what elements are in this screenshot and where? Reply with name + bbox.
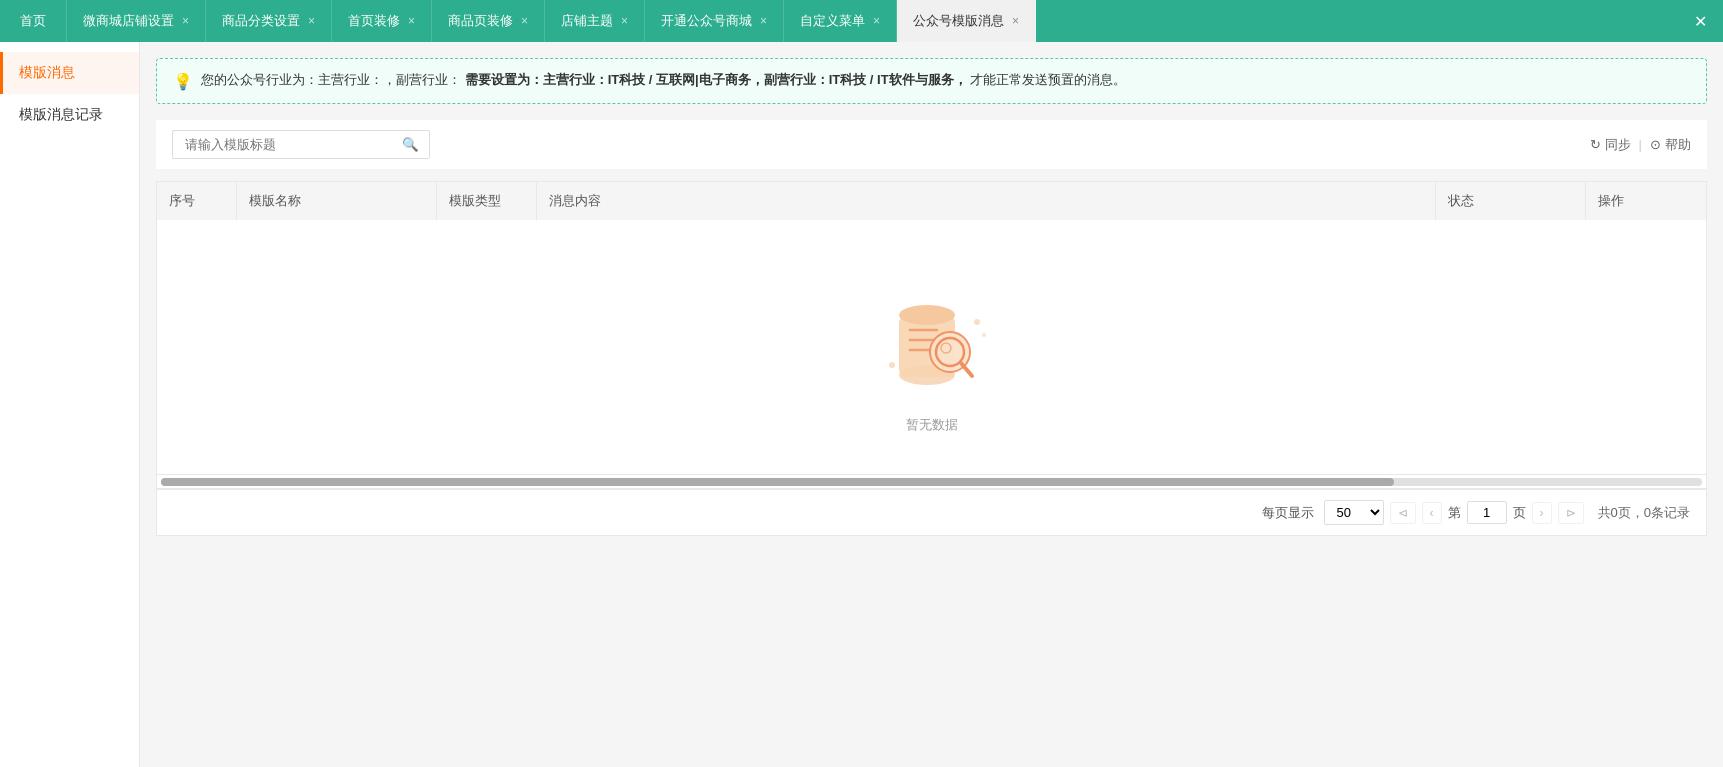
first-page-button[interactable]: ⊲ xyxy=(1390,502,1416,524)
search-divider: | xyxy=(1639,137,1642,152)
window-close-button[interactable]: ✕ xyxy=(1678,12,1723,31)
sidebar-item-template-record[interactable]: 模版消息记录 xyxy=(0,94,139,136)
th-status-label: 状态 xyxy=(1448,193,1474,208)
last-page-button[interactable]: ⊳ xyxy=(1558,502,1584,524)
total-label: 共0页，0条记录 xyxy=(1598,504,1690,522)
tab-product-decor-close[interactable]: × xyxy=(521,14,528,28)
page-size-label: 每页显示 xyxy=(1262,504,1314,522)
next-page-button[interactable]: › xyxy=(1532,502,1552,524)
scrollbar-thumb[interactable] xyxy=(161,478,1394,486)
tab-template-message-close[interactable]: × xyxy=(1012,14,1019,28)
search-icon: 🔍 xyxy=(402,137,419,152)
empty-illustration xyxy=(872,280,992,400)
th-action: 操作 xyxy=(1586,182,1706,220)
notice-text-before: 您的公众号行业为：主营行业：，副营行业： xyxy=(201,72,461,87)
tab-home-decor[interactable]: 首页装修 × xyxy=(332,0,432,42)
search-right: ↻ 同步 | ⊙ 帮助 xyxy=(1590,136,1691,154)
th-idx-label: 序号 xyxy=(169,193,195,208)
tab-open-mall-close[interactable]: × xyxy=(760,14,767,28)
th-content-label: 消息内容 xyxy=(549,193,601,208)
page-label: 页 xyxy=(1513,504,1526,522)
di-label: 第 xyxy=(1448,504,1461,522)
th-status: 状态 xyxy=(1436,182,1586,220)
search-bar: 🔍 ↻ 同步 | ⊙ 帮助 xyxy=(156,120,1707,169)
sync-button[interactable]: ↻ 同步 xyxy=(1590,136,1631,154)
notice-text-highlight: 需要设置为：主营行业：IT科技 / 互联网|电子商务，副营行业：IT科技 / I… xyxy=(465,72,967,87)
help-label: 帮助 xyxy=(1665,136,1691,154)
main-layout: 模版消息 模版消息记录 💡 您的公众号行业为：主营行业：，副营行业： 需要设置为… xyxy=(0,42,1723,767)
tab-custom-menu-close[interactable]: × xyxy=(873,14,880,28)
notice-text-after: 才能正常发送预置的消息。 xyxy=(970,72,1126,87)
horizontal-scrollbar[interactable] xyxy=(156,475,1707,489)
th-name-label: 模版名称 xyxy=(249,193,301,208)
tab-custom-menu-label: 自定义菜单 xyxy=(800,12,865,30)
tab-open-mall[interactable]: 开通公众号商城 × xyxy=(645,0,784,42)
empty-text: 暂无数据 xyxy=(906,416,958,434)
tab-home-decor-label: 首页装修 xyxy=(348,12,400,30)
tab-category-settings-label: 商品分类设置 xyxy=(222,12,300,30)
tab-category-settings-close[interactable]: × xyxy=(308,14,315,28)
notice-icon: 💡 xyxy=(173,72,193,91)
tab-home-label: 首页 xyxy=(20,12,46,30)
tab-product-decor[interactable]: 商品页装修 × xyxy=(432,0,545,42)
tab-shop-settings-close[interactable]: × xyxy=(182,14,189,28)
table-header: 序号 模版名称 模版类型 消息内容 状态 操作 xyxy=(156,181,1707,220)
th-idx: 序号 xyxy=(157,182,237,220)
scrollbar-track xyxy=(161,478,1702,486)
tab-shop-settings[interactable]: 微商城店铺设置 × xyxy=(67,0,206,42)
sync-label: 同步 xyxy=(1605,136,1631,154)
search-button[interactable]: 🔍 xyxy=(392,130,430,159)
notice-box: 💡 您的公众号行业为：主营行业：，副营行业： 需要设置为：主营行业：IT科技 /… xyxy=(156,58,1707,104)
th-name: 模版名称 xyxy=(237,182,437,220)
tab-shop-theme[interactable]: 店铺主题 × xyxy=(545,0,645,42)
tab-open-mall-label: 开通公众号商城 xyxy=(661,12,752,30)
notice-text: 您的公众号行业为：主营行业：，副营行业： 需要设置为：主营行业：IT科技 / 互… xyxy=(201,71,1126,89)
tab-bar: 首页 微商城店铺设置 × 商品分类设置 × 首页装修 × 商品页装修 × 店铺主… xyxy=(0,0,1723,42)
sidebar: 模版消息 模版消息记录 xyxy=(0,42,140,767)
empty-state: 暂无数据 xyxy=(156,220,1707,475)
page-input[interactable] xyxy=(1467,501,1507,524)
search-input[interactable] xyxy=(172,130,392,159)
pagination: 每页显示 50 10 20 100 ⊲ ‹ 第 页 › ⊳ 共0页，0条记录 xyxy=(156,489,1707,536)
page-size-select[interactable]: 50 10 20 100 xyxy=(1324,500,1384,525)
sidebar-item-template-record-label: 模版消息记录 xyxy=(19,106,103,122)
svg-point-10 xyxy=(974,319,980,325)
tab-template-message[interactable]: 公众号模版消息 × xyxy=(897,0,1036,42)
sidebar-item-template-message-label: 模版消息 xyxy=(19,64,75,80)
tab-shop-theme-label: 店铺主题 xyxy=(561,12,613,30)
svg-point-12 xyxy=(889,362,895,368)
th-type: 模版类型 xyxy=(437,182,537,220)
tab-home-decor-close[interactable]: × xyxy=(408,14,415,28)
help-button[interactable]: ⊙ 帮助 xyxy=(1650,136,1691,154)
tab-template-message-label: 公众号模版消息 xyxy=(913,12,1004,30)
tab-product-decor-label: 商品页装修 xyxy=(448,12,513,30)
help-icon: ⊙ xyxy=(1650,137,1661,152)
search-left: 🔍 xyxy=(172,130,430,159)
tab-shop-theme-close[interactable]: × xyxy=(621,14,628,28)
tab-custom-menu[interactable]: 自定义菜单 × xyxy=(784,0,897,42)
sync-icon: ↻ xyxy=(1590,137,1601,152)
tab-category-settings[interactable]: 商品分类设置 × xyxy=(206,0,332,42)
tab-home[interactable]: 首页 xyxy=(0,0,67,42)
th-content: 消息内容 xyxy=(537,182,1436,220)
th-action-label: 操作 xyxy=(1598,193,1624,208)
th-type-label: 模版类型 xyxy=(449,193,501,208)
svg-point-11 xyxy=(982,333,986,337)
content-area: 💡 您的公众号行业为：主营行业：，副营行业： 需要设置为：主营行业：IT科技 /… xyxy=(140,42,1723,767)
prev-page-button[interactable]: ‹ xyxy=(1422,502,1442,524)
sidebar-item-template-message[interactable]: 模版消息 xyxy=(0,52,139,94)
table-container: 序号 模版名称 模版类型 消息内容 状态 操作 xyxy=(156,181,1707,536)
svg-point-2 xyxy=(899,305,955,325)
tab-shop-settings-label: 微商城店铺设置 xyxy=(83,12,174,30)
